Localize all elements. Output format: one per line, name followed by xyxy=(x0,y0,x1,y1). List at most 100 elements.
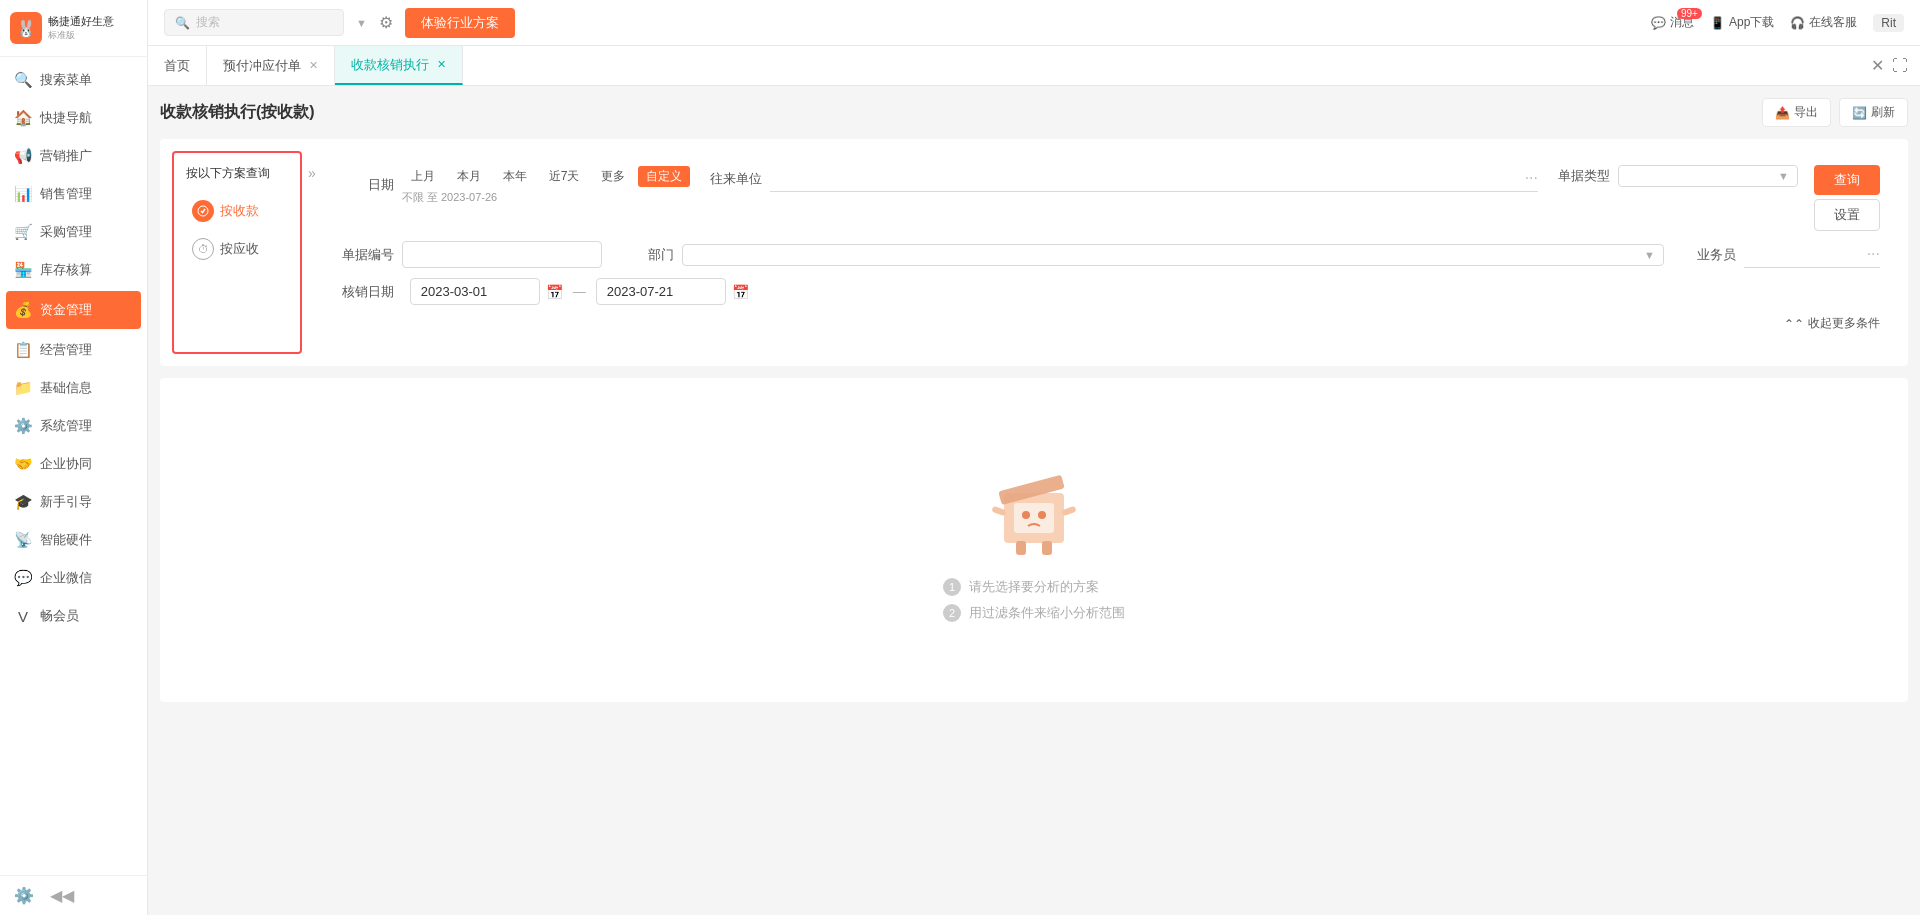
query-type-by-receivable[interactable]: ⏱ 按应收 xyxy=(182,230,292,268)
app-download-button[interactable]: 📱 App下载 xyxy=(1710,14,1774,31)
collapse-button[interactable]: » xyxy=(302,151,322,354)
date-last-month-btn[interactable]: 上月 xyxy=(402,165,444,188)
date-7days-btn[interactable]: 近7天 xyxy=(540,165,589,188)
date-label: 日期 xyxy=(338,176,394,194)
doc-type-arrow-icon: ▼ xyxy=(1778,170,1789,182)
date-more-btn[interactable]: 更多 xyxy=(592,165,634,188)
filter-panel: 按以下方案查询 按收款 ⏱ 按应收 » xyxy=(160,139,1908,366)
tab-home[interactable]: 首页 xyxy=(148,46,207,85)
export-icon: 📤 xyxy=(1775,106,1790,120)
sidebar-item-guide[interactable]: 🎓 新手引导 xyxy=(0,483,147,521)
dept-select[interactable]: ▼ xyxy=(682,244,1664,266)
topbar: 🔍 搜索 ▼ ⚙ 体验行业方案 💬 消息 99+ 📱 App下载 🎧 在线客服 … xyxy=(148,0,1920,46)
hardware-icon: 📡 xyxy=(14,531,32,549)
user-info[interactable]: Rit xyxy=(1873,14,1904,32)
finance-icon: 💰 xyxy=(14,301,32,319)
sidebar-item-marketing[interactable]: 📢 营销推广 xyxy=(0,137,147,175)
staff-label: 业务员 xyxy=(1680,246,1736,264)
tab-close-all-icon[interactable]: ✕ xyxy=(1871,56,1884,75)
empty-state: 1 请先选择要分析的方案 2 用过滤条件来缩小分析范围 xyxy=(160,378,1908,702)
tab-prepay[interactable]: 预付冲应付单 ✕ xyxy=(207,46,335,85)
sidebar-label-purchase: 采购管理 xyxy=(40,223,92,241)
sidebar: 🐰 畅捷通好生意 标准版 🔍 搜索菜单 🏠 快捷导航 📢 营销推广 📊 销售管理… xyxy=(0,0,148,915)
tab-home-label: 首页 xyxy=(164,57,190,75)
verify-date-start-calendar-icon[interactable]: 📅 xyxy=(546,284,563,300)
tab-prepay-label: 预付冲应付单 xyxy=(223,57,301,75)
date-this-month-btn[interactable]: 本月 xyxy=(448,165,490,188)
sidebar-label-system: 系统管理 xyxy=(40,417,92,435)
sidebar-item-enterprise[interactable]: 🤝 企业协同 xyxy=(0,445,147,483)
sidebar-item-hardware[interactable]: 📡 智能硬件 xyxy=(0,521,147,559)
sidebar-item-operations[interactable]: 📋 经营管理 xyxy=(0,331,147,369)
staff-more-icon[interactable]: ··· xyxy=(1867,245,1880,263)
service-label: 在线客服 xyxy=(1809,14,1857,31)
operations-icon: 📋 xyxy=(14,341,32,359)
filter-row-2: 单据编号 部门 ▼ 业务员 xyxy=(338,241,1880,268)
date-hint: 不限 至 2023-07-26 xyxy=(402,190,691,205)
solution-button[interactable]: 体验行业方案 xyxy=(405,8,515,38)
tab-expand-icon[interactable]: ⛶ xyxy=(1892,57,1908,75)
inventory-icon: 🏪 xyxy=(14,261,32,279)
query-button[interactable]: 查询 xyxy=(1814,165,1880,195)
sidebar-item-member[interactable]: V 畅会员 xyxy=(0,597,147,635)
verify-date-start-input[interactable] xyxy=(410,278,540,305)
query-type-by-receipt[interactable]: 按收款 xyxy=(182,192,292,230)
tabbar: 首页 预付冲应付单 ✕ 收款核销执行 ✕ ✕ ⛶ xyxy=(148,46,1920,86)
member-icon: V xyxy=(14,608,32,625)
page-title: 收款核销执行(按收款) xyxy=(160,102,315,123)
verify-date-label: 核销日期 xyxy=(338,283,394,301)
sidebar-item-wechat[interactable]: 💬 企业微信 xyxy=(0,559,147,597)
page-content: 收款核销执行(按收款) 📤 导出 🔄 刷新 按以下方案查询 xyxy=(148,86,1920,915)
sidebar-item-sales[interactable]: 📊 销售管理 xyxy=(0,175,147,213)
verify-date-end-input[interactable] xyxy=(596,278,726,305)
tab-receipt-close-icon[interactable]: ✕ xyxy=(437,58,446,71)
empty-hint-1: 1 请先选择要分析的方案 xyxy=(943,578,1125,596)
sidebar-item-system[interactable]: ⚙️ 系统管理 xyxy=(0,407,147,445)
headset-icon: 🎧 xyxy=(1790,16,1805,30)
by-receivable-label: 按应收 xyxy=(220,240,259,258)
logo-icon: 🐰 xyxy=(10,12,42,44)
sidebar-item-purchase[interactable]: 🛒 采购管理 xyxy=(0,213,147,251)
collapse-footer-icon[interactable]: ◀◀ xyxy=(50,886,74,905)
sidebar-item-inventory[interactable]: 🏪 库存核算 xyxy=(0,251,147,289)
sidebar-label-sales: 销售管理 xyxy=(40,185,92,203)
dropdown-chevron-icon[interactable]: ▼ xyxy=(356,17,367,29)
topbar-search[interactable]: 🔍 搜索 xyxy=(164,9,344,36)
sidebar-label-basics: 基础信息 xyxy=(40,379,92,397)
settings-footer-icon[interactable]: ⚙️ xyxy=(14,886,34,905)
date-this-year-btn[interactable]: 本年 xyxy=(494,165,536,188)
app-label: App下载 xyxy=(1729,14,1774,31)
home-icon: 🏠 xyxy=(14,109,32,127)
sidebar-label-quicknav: 快捷导航 xyxy=(40,109,92,127)
filter-row-3: 核销日期 📅 — 📅 xyxy=(338,278,1880,305)
sidebar-item-basics[interactable]: 📁 基础信息 xyxy=(0,369,147,407)
tab-receipt[interactable]: 收款核销执行 ✕ xyxy=(335,46,463,85)
svg-point-5 xyxy=(1038,511,1046,519)
sales-icon: 📊 xyxy=(14,185,32,203)
doc-no-input[interactable] xyxy=(402,241,602,268)
search-icon: 🔍 xyxy=(14,71,32,89)
export-button[interactable]: 📤 导出 xyxy=(1762,98,1831,127)
wechat-icon: 💬 xyxy=(14,569,32,587)
marketing-icon: 📢 xyxy=(14,147,32,165)
empty-illustration xyxy=(974,458,1094,558)
setting-button[interactable]: 设置 xyxy=(1814,199,1880,231)
more-conditions-button[interactable]: ⌃⌃ 收起更多条件 xyxy=(1784,315,1880,332)
sidebar-item-finance[interactable]: 💰 资金管理 xyxy=(6,291,141,329)
guide-icon: 🎓 xyxy=(14,493,32,511)
refresh-button[interactable]: 🔄 刷新 xyxy=(1839,98,1908,127)
dept-label: 部门 xyxy=(618,246,674,264)
chevron-up-icon: ⌃⌃ xyxy=(1784,317,1804,331)
message-button[interactable]: 💬 消息 99+ xyxy=(1651,14,1694,31)
more-conditions-row: ⌃⌃ 收起更多条件 xyxy=(338,311,1880,340)
tab-prepay-close-icon[interactable]: ✕ xyxy=(309,59,318,72)
doc-type-select[interactable]: ▼ xyxy=(1618,165,1798,187)
sidebar-item-search[interactable]: 🔍 搜索菜单 xyxy=(0,61,147,99)
online-service-button[interactable]: 🎧 在线客服 xyxy=(1790,14,1857,31)
counterparty-more-icon[interactable]: ··· xyxy=(1525,169,1538,187)
filter-form: 日期 上月 本月 本年 近7天 更多 自定义 不限 至 2023-07-26 xyxy=(322,151,1896,354)
verify-date-end-calendar-icon[interactable]: 📅 xyxy=(732,284,749,300)
doc-no-label: 单据编号 xyxy=(338,246,394,264)
gear-icon[interactable]: ⚙ xyxy=(379,13,393,32)
sidebar-item-quicknav[interactable]: 🏠 快捷导航 xyxy=(0,99,147,137)
